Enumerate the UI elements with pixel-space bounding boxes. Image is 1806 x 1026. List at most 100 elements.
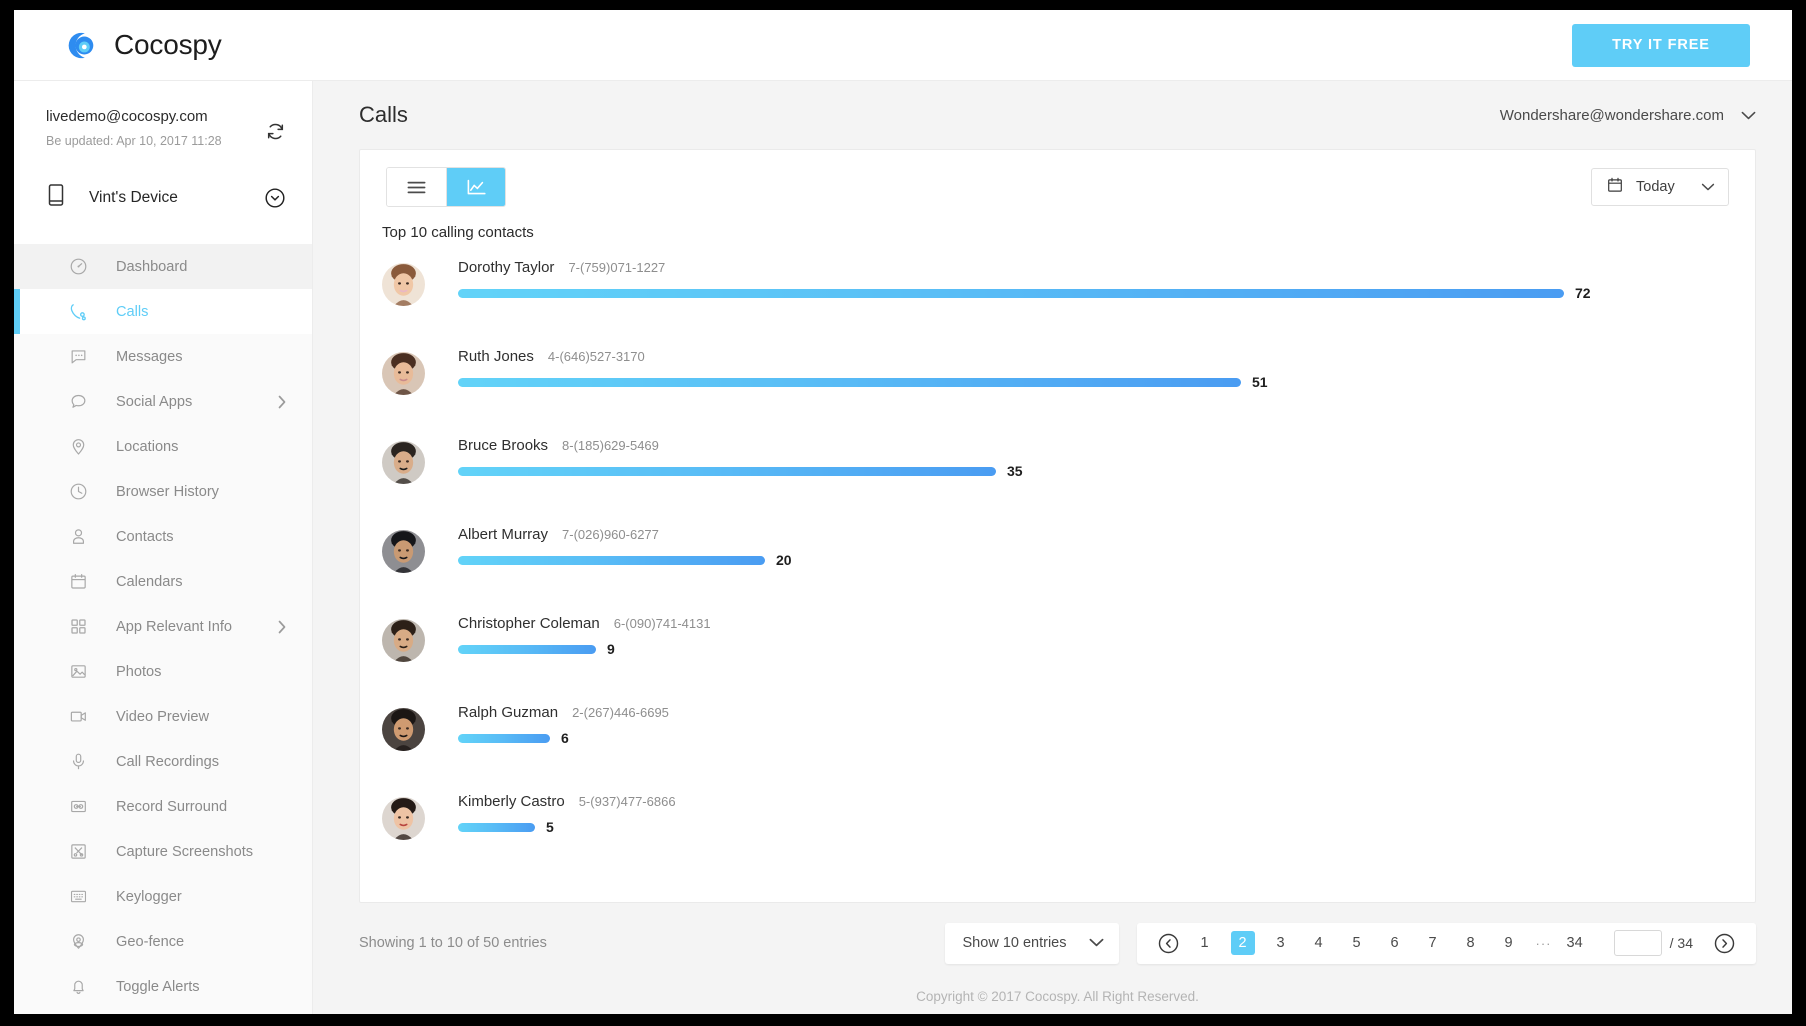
chevron-left-circle-icon[interactable] xyxy=(1151,932,1186,955)
contact-meta: Kimberly Castro 5-(937)477-6866 xyxy=(458,793,1725,810)
sidebar-item-call-recordings[interactable]: Call Recordings xyxy=(14,739,312,784)
device-selector[interactable]: Vint's Device xyxy=(46,183,286,212)
contact-name: Dorothy Taylor xyxy=(458,259,555,276)
bar-track xyxy=(458,377,1241,387)
contact-bar-row[interactable]: Dorothy Taylor 7-(759)071-1227 72 xyxy=(382,247,1725,336)
sidebar-item-contacts[interactable]: Contacts xyxy=(14,514,312,559)
table-footer: Showing 1 to 10 of 50 entries Show 10 en… xyxy=(359,903,1756,983)
contact-phone: 6-(090)741-4131 xyxy=(613,616,711,631)
bar-track xyxy=(458,555,765,565)
contact-phone: 5-(937)477-6866 xyxy=(578,794,676,809)
sidebar-item-label: Locations xyxy=(116,438,179,455)
avatar xyxy=(382,441,425,484)
sidebar-item-social-apps[interactable]: Social Apps xyxy=(14,379,312,424)
brand[interactable]: Cocospy xyxy=(58,26,222,65)
pagination-last-page[interactable]: 34 xyxy=(1561,931,1589,955)
pagination-page-7[interactable]: 7 xyxy=(1421,931,1445,955)
phone-icon xyxy=(46,183,66,212)
bar-value: 51 xyxy=(1252,374,1268,390)
bar-line: 5 xyxy=(458,819,1725,835)
list-view-icon[interactable] xyxy=(387,168,446,206)
contact-meta: Dorothy Taylor 7-(759)071-1227 xyxy=(458,259,1725,276)
contact-bar-row[interactable]: Ralph Guzman 2-(267)446-6695 6 xyxy=(382,692,1725,781)
contact-phone: 7-(759)071-1227 xyxy=(568,260,666,275)
user-account-menu[interactable]: Wondershare@wondershare.com xyxy=(1500,107,1756,124)
bar-column: Bruce Brooks 8-(185)629-5469 35 xyxy=(425,425,1725,479)
sidebar: livedemo@cocospy.com Be updated: Apr 10,… xyxy=(14,81,313,1014)
chart-title: Top 10 calling contacts xyxy=(382,224,534,241)
sidebar-item-calls[interactable]: Calls xyxy=(14,289,312,334)
contact-bar-row[interactable]: Ruth Jones 4-(646)527-3170 51 xyxy=(382,336,1725,425)
contact-bar-row[interactable]: Albert Murray 7-(026)960-6277 20 xyxy=(382,514,1725,603)
pagination-page-9[interactable]: 9 xyxy=(1497,931,1521,955)
bar-chart: Dorothy Taylor 7-(759)071-1227 72 Ruth Jone… xyxy=(382,247,1725,870)
tape-recorder-icon xyxy=(67,796,89,818)
pagination-page-8[interactable]: 8 xyxy=(1459,931,1483,955)
sidebar-item-label: Video Preview xyxy=(116,708,210,725)
video-camera-icon xyxy=(67,706,89,728)
user-account-email: Wondershare@wondershare.com xyxy=(1499,106,1724,124)
sidebar-item-messages[interactable]: Messages xyxy=(14,334,312,379)
date-filter-select[interactable]: Today xyxy=(1591,168,1729,206)
pagination-numbers: 123456789 xyxy=(1186,931,1528,955)
sidebar-item-app-relevant-info[interactable]: App Relevant Info xyxy=(14,604,312,649)
contact-bar-row[interactable]: Bruce Brooks 8-(185)629-5469 35 xyxy=(382,425,1725,514)
chevron-down-circle-icon[interactable] xyxy=(264,187,286,209)
chevron-right-circle-icon[interactable] xyxy=(1707,932,1742,955)
view-toggle-group xyxy=(386,167,506,207)
page-title: Calls xyxy=(359,102,408,127)
pagination-page-2[interactable]: 2 xyxy=(1230,931,1255,955)
sidebar-item-video-preview[interactable]: Video Preview xyxy=(14,694,312,739)
sidebar-item-capture-screenshots[interactable]: Capture Screenshots xyxy=(14,829,312,874)
device-left: Vint's Device xyxy=(46,183,178,212)
sidebar-item-record-surround[interactable]: Record Surround xyxy=(14,784,312,829)
sidebar-item-keylogger[interactable]: Keylogger xyxy=(14,874,312,919)
sidebar-item-dashboard[interactable]: Dashboard xyxy=(14,244,312,289)
bar-fill xyxy=(458,466,996,476)
account-row: livedemo@cocospy.com Be updated: Apr 10,… xyxy=(46,107,286,149)
contact-bar-row[interactable]: Christopher Coleman 6-(090)741-4131 9 xyxy=(382,603,1725,692)
contact-name: Ruth Jones xyxy=(458,348,534,365)
sidebar-item-toggle-alerts[interactable]: Toggle Alerts xyxy=(14,964,312,1009)
contact-meta: Christopher Coleman 6-(090)741-4131 xyxy=(458,615,1725,632)
account-panel: livedemo@cocospy.com Be updated: Apr 10,… xyxy=(14,81,312,244)
sidebar-item-browser-history[interactable]: Browser History xyxy=(14,469,312,514)
sidebar-item-geo-fence[interactable]: Geo-fence xyxy=(14,919,312,964)
pagination-page-4[interactable]: 4 xyxy=(1307,931,1331,955)
pagination-page-1[interactable]: 1 xyxy=(1193,931,1217,955)
sidebar-item-calendars[interactable]: Calendars xyxy=(14,559,312,604)
cocospy-logo-icon xyxy=(58,26,97,65)
sidebar-item-label: Keylogger xyxy=(116,888,182,905)
calls-chart-card: Today Top 10 calling contacts Dorothy Ta… xyxy=(359,149,1756,903)
contact-meta: Bruce Brooks 8-(185)629-5469 xyxy=(458,437,1725,454)
refresh-icon[interactable] xyxy=(265,121,286,142)
sidebar-item-photos[interactable]: Photos xyxy=(14,649,312,694)
map-pin-icon xyxy=(67,436,89,458)
sidebar-item-label: App Relevant Info xyxy=(116,618,233,635)
bar-track xyxy=(458,466,996,476)
top-bar: Cocospy TRY IT FREE xyxy=(14,10,1792,81)
sidebar-item-label: Social Apps xyxy=(116,393,193,410)
device-name: Vint's Device xyxy=(89,188,178,206)
bar-column: Ralph Guzman 2-(267)446-6695 6 xyxy=(425,692,1725,746)
entries-per-page-select[interactable]: Show 10 entries xyxy=(944,922,1119,964)
sidebar-item-locations[interactable]: Locations xyxy=(14,424,312,469)
scissors-screenshot-icon xyxy=(67,841,89,863)
contact-bar-row[interactable]: Kimberly Castro 5-(937)477-6866 5 xyxy=(382,781,1725,870)
pagination-page-5[interactable]: 5 xyxy=(1345,931,1369,955)
account-text: livedemo@cocospy.com Be updated: Apr 10,… xyxy=(46,107,222,149)
pagination-page-3[interactable]: 3 xyxy=(1269,931,1293,955)
copyright-text: Copyright © 2017 Cocospy. All Right Rese… xyxy=(916,989,1199,1004)
image-icon xyxy=(67,661,89,683)
page-jump-input[interactable] xyxy=(1613,930,1662,956)
pagination-ellipsis: ··· xyxy=(1535,935,1552,951)
entries-per-page-value: Show 10 entries xyxy=(962,935,1067,951)
chevron-down-icon xyxy=(1701,179,1715,195)
chart-view-icon[interactable] xyxy=(446,168,505,206)
pagination-page-6[interactable]: 6 xyxy=(1383,931,1407,955)
main-content: Calls Wondershare@wondershare.com Today … xyxy=(313,81,1792,1014)
try-it-free-button[interactable]: TRY IT FREE xyxy=(1572,23,1750,67)
contact-name: Christopher Coleman xyxy=(458,615,600,632)
bar-track xyxy=(458,288,1564,298)
bar-column: Albert Murray 7-(026)960-6277 20 xyxy=(425,514,1725,568)
